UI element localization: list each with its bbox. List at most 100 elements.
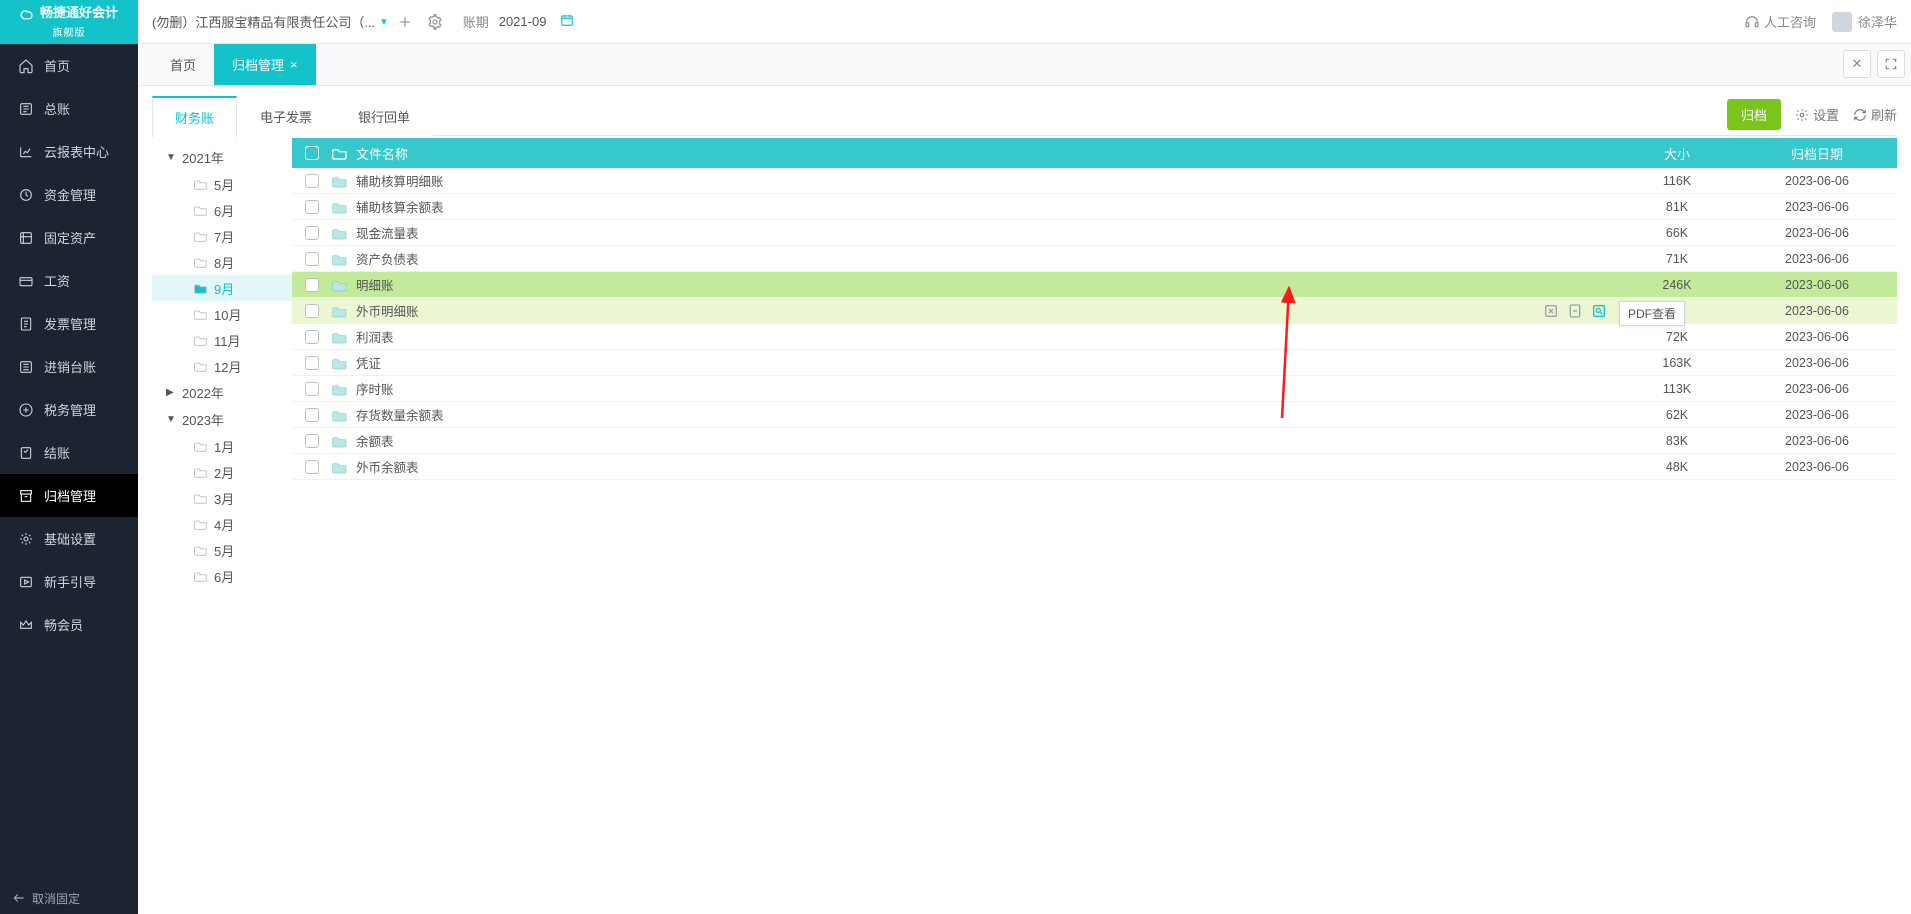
archive-date: 2023-06-06 bbox=[1737, 226, 1897, 240]
tree-month-label: 2月 bbox=[214, 463, 234, 482]
tree-month[interactable]: 6月 bbox=[152, 197, 292, 223]
row-checkbox[interactable] bbox=[305, 382, 319, 396]
subtab-einv[interactable]: 电子发票 bbox=[237, 96, 335, 138]
select-all-checkbox[interactable] bbox=[305, 146, 319, 160]
period-value[interactable]: 2021-09 bbox=[499, 14, 547, 29]
row-checkbox[interactable] bbox=[305, 434, 319, 448]
folder-icon bbox=[194, 256, 208, 268]
table-row[interactable]: 利润表72K2023-06-06 bbox=[292, 324, 1897, 350]
row-checkbox[interactable] bbox=[305, 460, 319, 474]
export-pdf-icon[interactable] bbox=[1567, 303, 1583, 319]
row-checkbox[interactable] bbox=[305, 226, 319, 240]
folder-icon bbox=[332, 200, 348, 214]
tab-archive[interactable]: 归档管理× bbox=[214, 44, 316, 85]
refresh-label: 刷新 bbox=[1871, 105, 1897, 124]
tree-month-label: 8月 bbox=[214, 253, 234, 272]
psi-icon bbox=[18, 359, 34, 375]
table-row[interactable]: 凭证163K2023-06-06 bbox=[292, 350, 1897, 376]
period-tree: ▼2021年5月6月7月8月9月10月11月12月▶2022年▼2023年1月2… bbox=[152, 138, 292, 900]
table-row[interactable]: 存货数量余额表62K2023-06-06 bbox=[292, 402, 1897, 428]
sidebar-item-guide[interactable]: 新手引导 bbox=[0, 560, 138, 603]
tree-month[interactable]: 6月 bbox=[152, 563, 292, 589]
table-row[interactable]: 辅助核算明细账116K2023-06-06 bbox=[292, 168, 1897, 194]
sidebar-item-ledger[interactable]: 总账 bbox=[0, 87, 138, 130]
sidebar-item-label: 首页 bbox=[44, 56, 70, 75]
close-icon[interactable]: × bbox=[290, 57, 298, 72]
row-checkbox[interactable] bbox=[305, 200, 319, 214]
gear-icon[interactable] bbox=[427, 14, 443, 30]
fullscreen-button[interactable] bbox=[1877, 50, 1905, 78]
tree-month[interactable]: 4月 bbox=[152, 511, 292, 537]
sidebar-item-archive[interactable]: 归档管理 bbox=[0, 474, 138, 517]
sidebar-item-label: 发票管理 bbox=[44, 314, 96, 333]
tree-month[interactable]: 7月 bbox=[152, 223, 292, 249]
row-checkbox[interactable] bbox=[305, 278, 319, 292]
tree-month[interactable]: 5月 bbox=[152, 537, 292, 563]
tree-month[interactable]: 12月 bbox=[152, 353, 292, 379]
table-row[interactable]: 外币明细账PDF查看5K2023-06-06 bbox=[292, 298, 1897, 324]
folder-icon bbox=[332, 304, 348, 318]
archive-date: 2023-06-06 bbox=[1737, 278, 1897, 292]
subtab-fin[interactable]: 财务账 bbox=[152, 96, 237, 138]
table-row[interactable]: 外币余额表48K2023-06-06 bbox=[292, 454, 1897, 480]
sidebar-item-assets[interactable]: 固定资产 bbox=[0, 216, 138, 259]
row-checkbox[interactable] bbox=[305, 252, 319, 266]
tree-month[interactable]: 3月 bbox=[152, 485, 292, 511]
calendar-icon[interactable] bbox=[560, 13, 574, 30]
row-checkbox[interactable] bbox=[305, 330, 319, 344]
file-size: 62K bbox=[1617, 408, 1737, 422]
tab-home[interactable]: 首页 bbox=[152, 44, 214, 85]
row-checkbox[interactable] bbox=[305, 356, 319, 370]
caret-down-icon: ▼ bbox=[166, 152, 176, 163]
tree-month-label: 11月 bbox=[214, 331, 241, 350]
row-checkbox[interactable] bbox=[305, 174, 319, 188]
table-row[interactable]: 资产负债表71K2023-06-06 bbox=[292, 246, 1897, 272]
tree-year-2023[interactable]: ▼2023年 bbox=[152, 406, 292, 433]
sidebar-item-salary[interactable]: 工资 bbox=[0, 259, 138, 302]
table-row[interactable]: 序时账113K2023-06-06 bbox=[292, 376, 1897, 402]
row-checkbox[interactable] bbox=[305, 408, 319, 422]
sidebar-item-vip[interactable]: 畅会员 bbox=[0, 603, 138, 646]
tree-month[interactable]: 9月 bbox=[152, 275, 292, 301]
unpin-sidebar[interactable]: 取消固定 bbox=[0, 882, 138, 914]
tree-month[interactable]: 1月 bbox=[152, 433, 292, 459]
sidebar-item-tax[interactable]: 税务管理 bbox=[0, 388, 138, 431]
plus-icon[interactable] bbox=[397, 14, 413, 30]
row-checkbox[interactable] bbox=[305, 304, 319, 318]
table-row[interactable]: 辅助核算余额表81K2023-06-06 bbox=[292, 194, 1897, 220]
sidebar-item-closing[interactable]: 结账 bbox=[0, 431, 138, 474]
tree-month[interactable]: 5月 bbox=[152, 171, 292, 197]
folder-icon bbox=[332, 408, 348, 422]
sidebar-item-settings[interactable]: 基础设置 bbox=[0, 517, 138, 560]
export-excel-icon[interactable] bbox=[1543, 303, 1559, 319]
refresh-link[interactable]: 刷新 bbox=[1853, 105, 1897, 124]
tree-year-2022[interactable]: ▶2022年 bbox=[152, 379, 292, 406]
sidebar-item-psi[interactable]: 进销台账 bbox=[0, 345, 138, 388]
tree-month[interactable]: 11月 bbox=[152, 327, 292, 353]
brand-edition: 旗舰版 bbox=[53, 28, 86, 39]
subtab-bank[interactable]: 银行回单 bbox=[335, 96, 433, 138]
sidebar-item-reports[interactable]: 云报表中心 bbox=[0, 130, 138, 173]
table-row[interactable]: 余额表83K2023-06-06 bbox=[292, 428, 1897, 454]
tree-month[interactable]: 8月 bbox=[152, 249, 292, 275]
pdf-view-icon[interactable] bbox=[1591, 303, 1607, 319]
folder-icon bbox=[194, 544, 208, 556]
table-row[interactable]: 现金流量表66K2023-06-06 bbox=[292, 220, 1897, 246]
close-tab-button[interactable]: ✕ bbox=[1843, 50, 1871, 78]
settings-link[interactable]: 设置 bbox=[1795, 105, 1839, 124]
folder-icon bbox=[332, 356, 348, 370]
tree-month[interactable]: 10月 bbox=[152, 301, 292, 327]
tree-month-label: 3月 bbox=[214, 489, 234, 508]
sidebar-item-funds[interactable]: 资金管理 bbox=[0, 173, 138, 216]
user-menu[interactable]: 徐泽华 bbox=[1832, 12, 1897, 32]
tree-year-2021[interactable]: ▼2021年 bbox=[152, 144, 292, 171]
archive-button[interactable]: 归档 bbox=[1727, 99, 1781, 130]
support-link[interactable]: 人工咨询 bbox=[1744, 12, 1816, 31]
tree-month-label: 5月 bbox=[214, 175, 234, 194]
table-row[interactable]: 明细账246K2023-06-06 bbox=[292, 272, 1897, 298]
tree-month[interactable]: 2月 bbox=[152, 459, 292, 485]
company-selector[interactable]: (勿删）江西服宝精品有限责任公司（... ▾ bbox=[152, 12, 387, 31]
sidebar-item-invoice[interactable]: 发票管理 bbox=[0, 302, 138, 345]
file-name: 资产负债表 bbox=[356, 249, 419, 268]
sidebar-item-home[interactable]: 首页 bbox=[0, 44, 138, 87]
